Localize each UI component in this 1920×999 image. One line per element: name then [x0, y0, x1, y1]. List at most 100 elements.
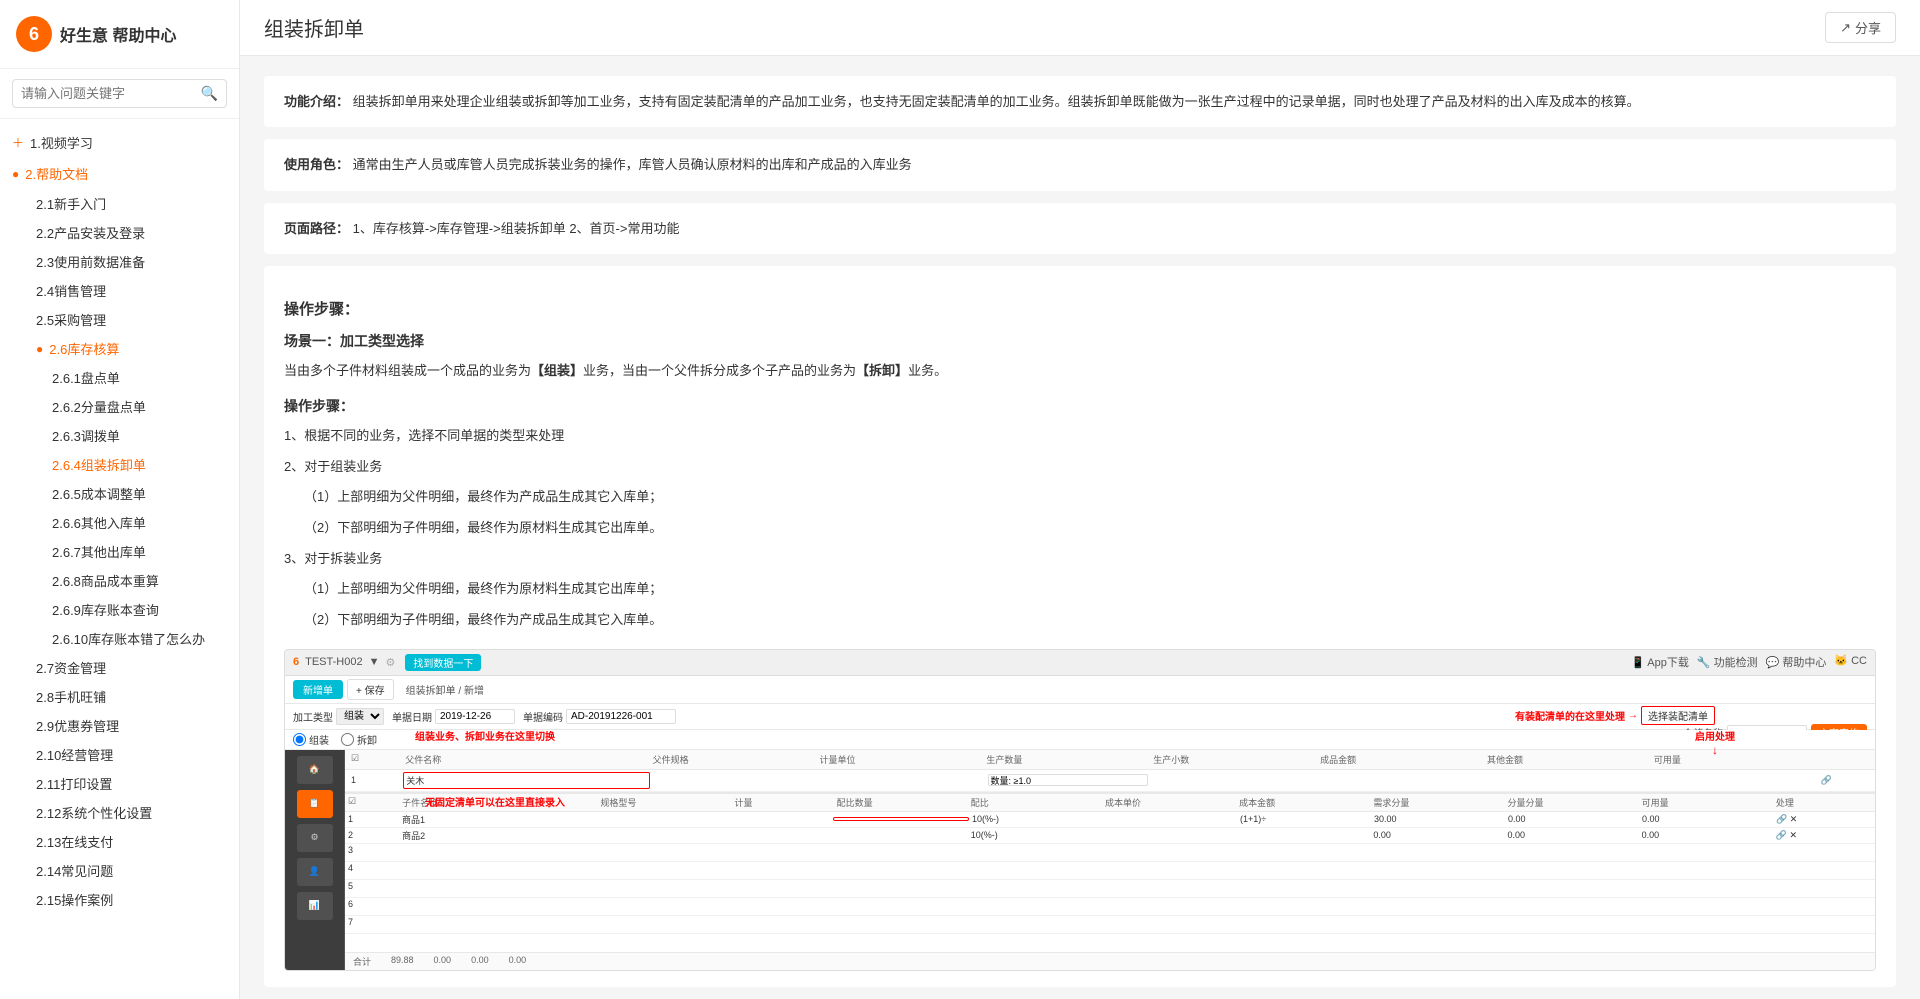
steps-list: 1、根据不同的业务，选择不同单据的类型来处理 2、对于组装业务 （1）上部明细为…	[284, 424, 1876, 633]
mock-code-input[interactable]	[566, 709, 676, 724]
intro-text: 组装拆卸单用来处理企业组装或拆卸等加工业务，支持有固定装配清单的产品加工业务，也…	[353, 94, 1640, 109]
mock-tab-active[interactable]: 新增单	[293, 680, 343, 699]
mock-logo-small: 6	[293, 656, 299, 668]
mock-annotation3: 启用处理 ↓	[1695, 728, 1735, 757]
mock-lower-header: ☑ 子件名称 规格型号 计量 配比数量 配比 成本单价 成本金额 需求分量 分量…	[345, 794, 1875, 812]
mock-icon-settings[interactable]: ⚙	[297, 824, 333, 852]
role-text: 通常由生产人员或库管人员完成拆装业务的操作，库管人员确认原材料的出库和产成品的入…	[353, 157, 912, 172]
mock-annotation4: 无固定清单可以在这里直接录入	[425, 794, 565, 809]
annotation3-label: 启用处理	[1695, 728, 1735, 743]
mock-top-nav-links: 📱 App下载 🔧 功能检测 💬 帮助中心 🐱 CC	[1631, 654, 1867, 670]
sidebar-item-online-pay[interactable]: 2.13在线支付	[24, 827, 239, 856]
mock-browser-bar: 6 TEST-H002 ▼ ⚙ 找到数据一下 📱 App下载 🔧 功能检测 💬 …	[285, 650, 1875, 676]
scenario1-desc: 当由多个子件材料组装成一个成品的业务为【组装】业务，当由一个父件拆分成多个子产品…	[284, 359, 1876, 384]
search-icon[interactable]: 🔍	[201, 85, 218, 102]
inventory-minus-icon: ●	[36, 342, 43, 356]
footer-amount4: 0.00	[509, 955, 527, 968]
mock-icon-chart[interactable]: 📊	[297, 892, 333, 920]
sidebar-item-faq[interactable]: 2.14常见问题	[24, 856, 239, 885]
sidebar-item-purchase[interactable]: 2.5采购管理	[24, 305, 239, 334]
share-button[interactable]: ↗ 分享	[1825, 12, 1896, 43]
mock-lower-row-6: 6	[345, 898, 1875, 916]
path-label: 页面路径：	[284, 221, 349, 236]
mock-lower-row-1: 1 商品1 10(%-) (1+1)÷ 30.00 0.00 0.00	[345, 812, 1875, 828]
mock-qty-input[interactable]	[988, 774, 1149, 786]
sidebar-item-adjust[interactable]: 2.6.3调拨单	[40, 421, 239, 450]
inventory-label: 2.6库存核算	[49, 339, 119, 358]
mock-settings-icon: ⚙	[385, 656, 395, 669]
mock-date-input[interactable]	[435, 709, 515, 724]
step-2-2: （2）下部明细为子件明细，最终作为原材料生成其它出库单。	[284, 516, 1876, 541]
sidebar-item-stock-check[interactable]: 2.6.9库存账本查询	[40, 595, 239, 624]
collapse-icon: ●	[12, 167, 19, 181]
nav-list: ＋ 1.视频学习 ● 2.帮助文档 2.1新手入门 2.2产品安装及登录 2.3…	[0, 119, 239, 999]
annotation1-label: 有装配清单的在这里处理	[1515, 708, 1625, 723]
annotation2-label: 组装业务、拆卸业务在这里切换	[415, 728, 555, 743]
mock-upper-header: ☑ 父件名称 父件规格 计量单位 生产数量 生产小数 成品金额 其他金额 可用量	[345, 750, 1875, 770]
sidebar-item-print[interactable]: 2.11打印设置	[24, 769, 239, 798]
footer-amount1: 89.88	[391, 955, 414, 968]
mock-annotation1: 有装配清单的在这里处理 → 选择装配清单	[1515, 706, 1715, 725]
mock-upper-table: ☑ 父件名称 父件规格 计量单位 生产数量 生产小数 成品金额 其他金额 可用量	[345, 750, 1875, 794]
mock-icon-table[interactable]: 📋	[297, 790, 333, 818]
mock-upper-row-1: 1 关木 🔗	[345, 770, 1875, 792]
search-box[interactable]: 🔍	[12, 79, 227, 108]
sidebar-item-personalize[interactable]: 2.12系统个性化设置	[24, 798, 239, 827]
sidebar-item-other-in[interactable]: 2.6.6其他入库单	[40, 508, 239, 537]
sidebar-item-assembly[interactable]: 2.6.4组装拆卸单	[40, 450, 239, 479]
sidebar-item-coupon[interactable]: 2.9优惠券管理	[24, 711, 239, 740]
ops-content: 操作步骤： 场景一：加工类型选择 当由多个子件材料组装成一个成品的业务为【组装】…	[264, 266, 1896, 987]
intro-block: 功能介绍： 组装拆卸单用来处理企业组装或拆卸等加工业务，支持有固定装配清单的产品…	[264, 76, 1896, 127]
mock-icon-sidebar: 🏠 📋 ⚙ 👤 📊	[285, 750, 345, 970]
ops-title: 操作步骤：	[284, 298, 1876, 319]
mock-lower-row-3: 3	[345, 844, 1875, 862]
annotation4-label: 无固定清单可以在这里直接录入	[425, 794, 565, 809]
sidebar-item-data[interactable]: 2.3使用前数据准备	[24, 247, 239, 276]
sidebar-item-stocktake[interactable]: 2.6.1盘点单	[40, 363, 239, 392]
mock-lower-row-4: 4	[345, 862, 1875, 880]
search-input[interactable]	[21, 86, 201, 101]
sidebar-item-video[interactable]: ＋ 1.视频学习	[0, 127, 239, 158]
mock-dropdown-icon: ▼	[369, 656, 380, 668]
search-area: 🔍	[0, 69, 239, 119]
sidebar-item-cost[interactable]: 2.6.5成本调整单	[40, 479, 239, 508]
sidebar-item-stock-error[interactable]: 2.6.10库存账本错了怎么办	[40, 624, 239, 653]
sidebar-item-label: 2.帮助文档	[25, 164, 88, 183]
mock-assembly-btn[interactable]: 选择装配清单	[1641, 706, 1715, 725]
sidebar-item-mobile[interactable]: 2.8手机旺铺	[24, 682, 239, 711]
footer-total-label: 合计	[353, 955, 371, 968]
sidebar-item-split[interactable]: 2.6.2分量盘点单	[40, 392, 239, 421]
mock-tab-save[interactable]: + 保存	[347, 679, 394, 700]
sidebar-item-label: 1.视频学习	[30, 133, 93, 152]
sidebar-item-newbie[interactable]: 2.1新手入门	[24, 189, 239, 218]
logo-area: 6 好生意 帮助中心	[0, 0, 239, 69]
sidebar-item-cases[interactable]: 2.15操作案例	[24, 885, 239, 914]
mock-lower-row-5: 5	[345, 880, 1875, 898]
sidebar-item-operation[interactable]: 2.10经营管理	[24, 740, 239, 769]
mock-type-select[interactable]: 组装 拆卸	[336, 708, 384, 725]
mock-icon-user[interactable]: 👤	[297, 858, 333, 886]
path-block: 页面路径： 1、库存核算->库存管理->组装拆卸单 2、首页->常用功能	[264, 203, 1896, 254]
page-title: 组装拆卸单	[264, 13, 364, 42]
sidebar-item-sales[interactable]: 2.4销售管理	[24, 276, 239, 305]
sidebar-item-docs[interactable]: ● 2.帮助文档	[0, 158, 239, 189]
sidebar-item-inventory[interactable]: ● 2.6库存核算	[24, 334, 239, 363]
app-name: 好生意 帮助中心	[60, 22, 176, 46]
sidebar-item-install[interactable]: 2.2产品安装及登录	[24, 218, 239, 247]
mock-breadcrumb-inner: 组装拆卸单 / 新增	[406, 682, 484, 697]
mock-lower-row-2: 2 商品2 10(%-) 0.00 0.00 0.00	[345, 828, 1875, 844]
mock-field-date: 单据日期	[392, 709, 515, 724]
sidebar: 6 好生意 帮助中心 🔍 ＋ 1.视频学习 ● 2.帮助文档 2.1新手入门 2…	[0, 0, 240, 999]
step-1: 1、根据不同的业务，选择不同单据的类型来处理	[284, 424, 1876, 449]
role-block: 使用角色： 通常由生产人员或库管人员完成拆装业务的操作，库管人员确认原材料的出库…	[264, 139, 1896, 190]
mock-icon-home[interactable]: 🏠	[297, 756, 333, 784]
sidebar-item-cost-calc[interactable]: 2.6.8商品成本重算	[40, 566, 239, 595]
mock-radio-assemble[interactable]: 组装	[293, 732, 329, 747]
sidebar-item-finance[interactable]: 2.7资金管理	[24, 653, 239, 682]
sidebar-item-other-out[interactable]: 2.6.7其他出库单	[40, 537, 239, 566]
mock-tables-area: 🏠 📋 ⚙ 👤 📊 ☑ 父件名称 父件规格	[285, 750, 1875, 970]
mock-new-btn[interactable]: 找到数据一下	[405, 654, 481, 671]
step-2: 2、对于组装业务	[284, 455, 1876, 480]
mock-radio-disassemble[interactable]: 拆卸	[341, 732, 377, 747]
role-label: 使用角色：	[284, 157, 349, 172]
